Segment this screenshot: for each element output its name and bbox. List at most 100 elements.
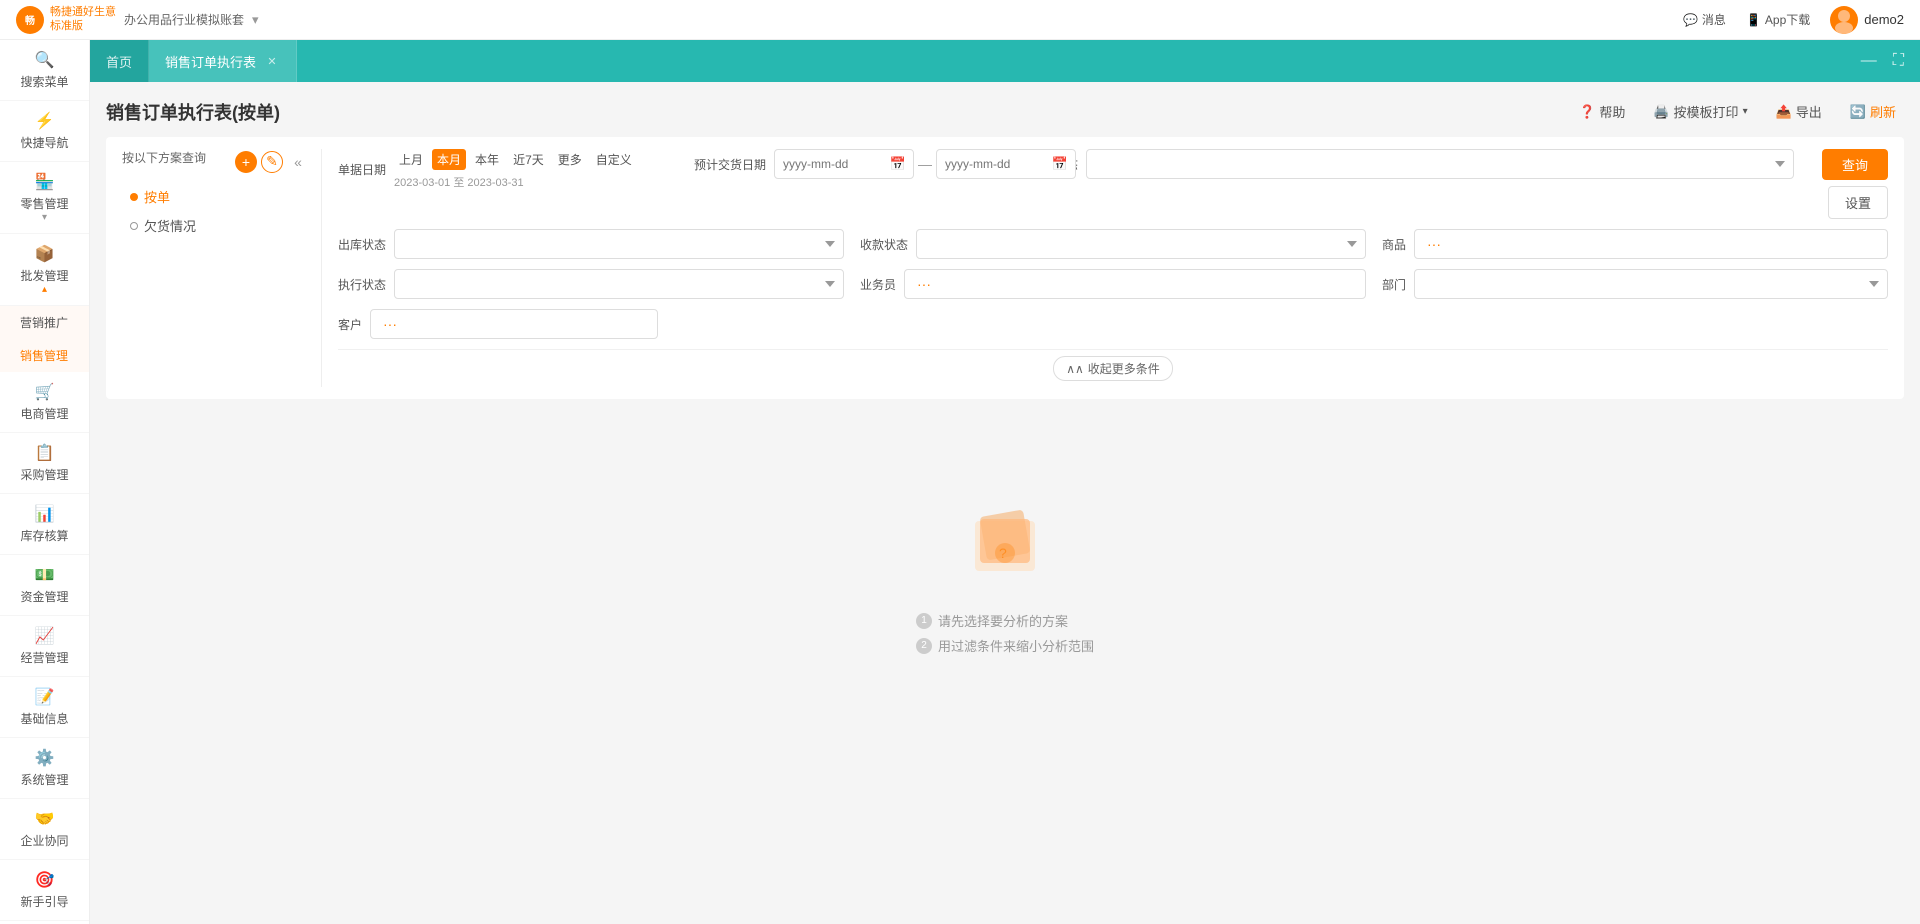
- date-label: 单据日期: [338, 161, 386, 178]
- date-tab-prev-month[interactable]: 上月: [394, 149, 428, 170]
- date-tab-curr-month[interactable]: 本月: [432, 149, 466, 170]
- ecommerce-icon: 🛒: [35, 382, 55, 402]
- scheme-item-order[interactable]: 按单: [122, 182, 309, 211]
- app-icon: 📱: [1746, 13, 1761, 27]
- step1-num: 1: [916, 613, 932, 629]
- sidebar-basic[interactable]: 📝 基础信息: [0, 677, 89, 738]
- sidebar-retail[interactable]: 🏪 零售管理 ▾: [0, 162, 89, 234]
- retail-arrow-icon: ▾: [42, 212, 47, 223]
- predict-date-label: 预计交货日期: [694, 156, 766, 173]
- filter-panel: 按以下方案查询 + ✎ « 按单: [106, 137, 1904, 399]
- export-btn[interactable]: 📤 导出: [1768, 98, 1830, 125]
- tab-bar: 首页 销售订单执行表 ✕ — ⛶: [90, 40, 1920, 82]
- salesman-dots-icon[interactable]: ···: [913, 276, 935, 292]
- goods-dots-icon[interactable]: ···: [1423, 236, 1445, 252]
- search-icon: 🔍: [35, 50, 55, 70]
- collapse-more-btn[interactable]: ∧∧ 收起更多条件: [1053, 356, 1173, 381]
- guide-icon: 🎯: [35, 870, 55, 890]
- inactive-dot-icon: [130, 222, 138, 230]
- inventory-icon: 📊: [35, 504, 55, 524]
- sidebar-finance[interactable]: 💵 资金管理: [0, 555, 89, 616]
- edit-scheme-btn[interactable]: ✎: [261, 151, 283, 173]
- sidebar-search[interactable]: 🔍 搜索菜单: [0, 40, 89, 101]
- active-dot-icon: [130, 193, 138, 201]
- export-icon: 📤: [1776, 104, 1792, 120]
- print-btn[interactable]: 🖨️ 按模板打印 ▾: [1645, 98, 1755, 125]
- predict-date-end-input[interactable]: [936, 149, 1076, 179]
- help-btn[interactable]: ❓ 帮助: [1571, 98, 1633, 125]
- order-status-select[interactable]: 草稿 已确认 已关闭: [1086, 149, 1794, 179]
- retail-icon: 🏪: [35, 172, 55, 192]
- empty-illustration: ?: [955, 491, 1055, 591]
- query-btn[interactable]: 查询: [1822, 149, 1888, 180]
- date-tab-curr-year[interactable]: 本年: [470, 149, 504, 170]
- finance-icon: 💵: [35, 565, 55, 585]
- sidebar-marketing[interactable]: 营销推广: [0, 306, 89, 339]
- predict-date-field: 预计交货日期 📅 —: [694, 149, 1014, 179]
- avatar: [1830, 6, 1858, 34]
- goods-label: 商品: [1382, 236, 1406, 253]
- settings-btn[interactable]: 设置: [1828, 186, 1888, 219]
- svg-text:?: ?: [999, 545, 1007, 561]
- dept-label: 部门: [1382, 276, 1406, 293]
- collab-icon: 🤝: [35, 809, 55, 829]
- dept-select[interactable]: [1414, 269, 1888, 299]
- salesman-field: 业务员 ···: [860, 269, 1366, 299]
- sidebar-management[interactable]: 📈 经营管理: [0, 616, 89, 677]
- customer-dots-icon[interactable]: ···: [379, 316, 401, 332]
- sidebar-shortcut[interactable]: ⚡ 快捷导航: [0, 101, 89, 162]
- stock-out-label: 出库状态: [338, 236, 386, 253]
- management-icon: 📈: [35, 626, 55, 646]
- logo-text: 畅捷通好生意 标准版: [50, 6, 116, 32]
- customer-label: 客户: [338, 316, 362, 333]
- sales-order-tab[interactable]: 销售订单执行表 ✕: [149, 40, 297, 82]
- stock-out-status-select[interactable]: [394, 229, 844, 259]
- page-header: 销售订单执行表(按单) ❓ 帮助 🖨️ 按模板打印 ▾: [106, 98, 1904, 125]
- date-range-text: 2023-03-01 至 2023-03-31: [394, 177, 524, 189]
- user-area[interactable]: demo2: [1830, 6, 1904, 34]
- sidebar-guide[interactable]: 🎯 新手引导: [0, 860, 89, 921]
- date-field: 单据日期 上月 本月 本年 近7天 更多: [338, 149, 678, 190]
- collapse-scheme-btn[interactable]: «: [287, 151, 309, 173]
- tab-maximize-icon[interactable]: ⛶: [1889, 48, 1908, 74]
- step2-num: 2: [916, 638, 932, 654]
- breadcrumb-dropdown-icon[interactable]: ▾: [252, 12, 259, 28]
- sidebar-ecommerce[interactable]: 🛒 电商管理: [0, 372, 89, 433]
- step2-text: 用过滤条件来缩小分析范围: [938, 636, 1094, 655]
- empty-state: ? 1 请先选择要分析的方案 2 用过滤条件来缩小分析范围: [106, 411, 1904, 741]
- sidebar-inventory[interactable]: 📊 库存核算: [0, 494, 89, 555]
- refresh-btn[interactable]: 🔄 刷新: [1842, 98, 1904, 125]
- payment-status-select[interactable]: [916, 229, 1366, 259]
- date-tab-custom[interactable]: 自定义: [591, 149, 637, 170]
- sidebar-collab[interactable]: 🤝 企业协同: [0, 799, 89, 860]
- shortcut-icon: ⚡: [35, 111, 55, 131]
- sidebar-wholesale-submenu: 营销推广 销售管理: [0, 306, 89, 372]
- collapse-bar: ∧∧ 收起更多条件: [338, 349, 1888, 387]
- add-scheme-btn[interactable]: +: [235, 151, 257, 173]
- message-action[interactable]: 💬 消息: [1683, 11, 1726, 28]
- sidebar-sales[interactable]: 销售管理: [0, 339, 89, 372]
- message-icon: 💬: [1683, 13, 1698, 27]
- tab-minimize-icon[interactable]: —: [1857, 48, 1881, 74]
- sidebar-system[interactable]: ⚙️ 系统管理: [0, 738, 89, 799]
- sidebar-wholesale[interactable]: 📦 批发管理 ▴: [0, 234, 89, 306]
- payment-status-field: 收款状态: [860, 229, 1366, 259]
- date-tab-7days[interactable]: 近7天: [508, 149, 549, 170]
- sidebar-purchase[interactable]: 📋 采购管理: [0, 433, 89, 494]
- app-download-action[interactable]: 📱 App下载: [1746, 11, 1810, 28]
- goods-field: 商品 ···: [1382, 229, 1888, 259]
- customer-field: 客户 ···: [338, 309, 658, 339]
- system-icon: ⚙️: [35, 748, 55, 768]
- exec-status-field: 执行状态: [338, 269, 844, 299]
- scheme-item-backorder[interactable]: 欠货情况: [122, 211, 309, 240]
- basic-icon: 📝: [35, 687, 55, 707]
- date-tab-more[interactable]: 更多: [553, 149, 587, 170]
- predict-date-start-input[interactable]: [774, 149, 914, 179]
- breadcrumb: 办公用品行业模拟账套: [124, 11, 244, 28]
- tab-close-icon[interactable]: ✕: [264, 53, 280, 69]
- help-icon: ❓: [1579, 104, 1595, 120]
- chevron-up-icon: ∧∧: [1066, 362, 1084, 376]
- home-tab[interactable]: 首页: [90, 40, 149, 82]
- exec-status-select[interactable]: [394, 269, 844, 299]
- order-status-field: 单据状态 草稿 已确认 已关闭: [1030, 149, 1794, 179]
